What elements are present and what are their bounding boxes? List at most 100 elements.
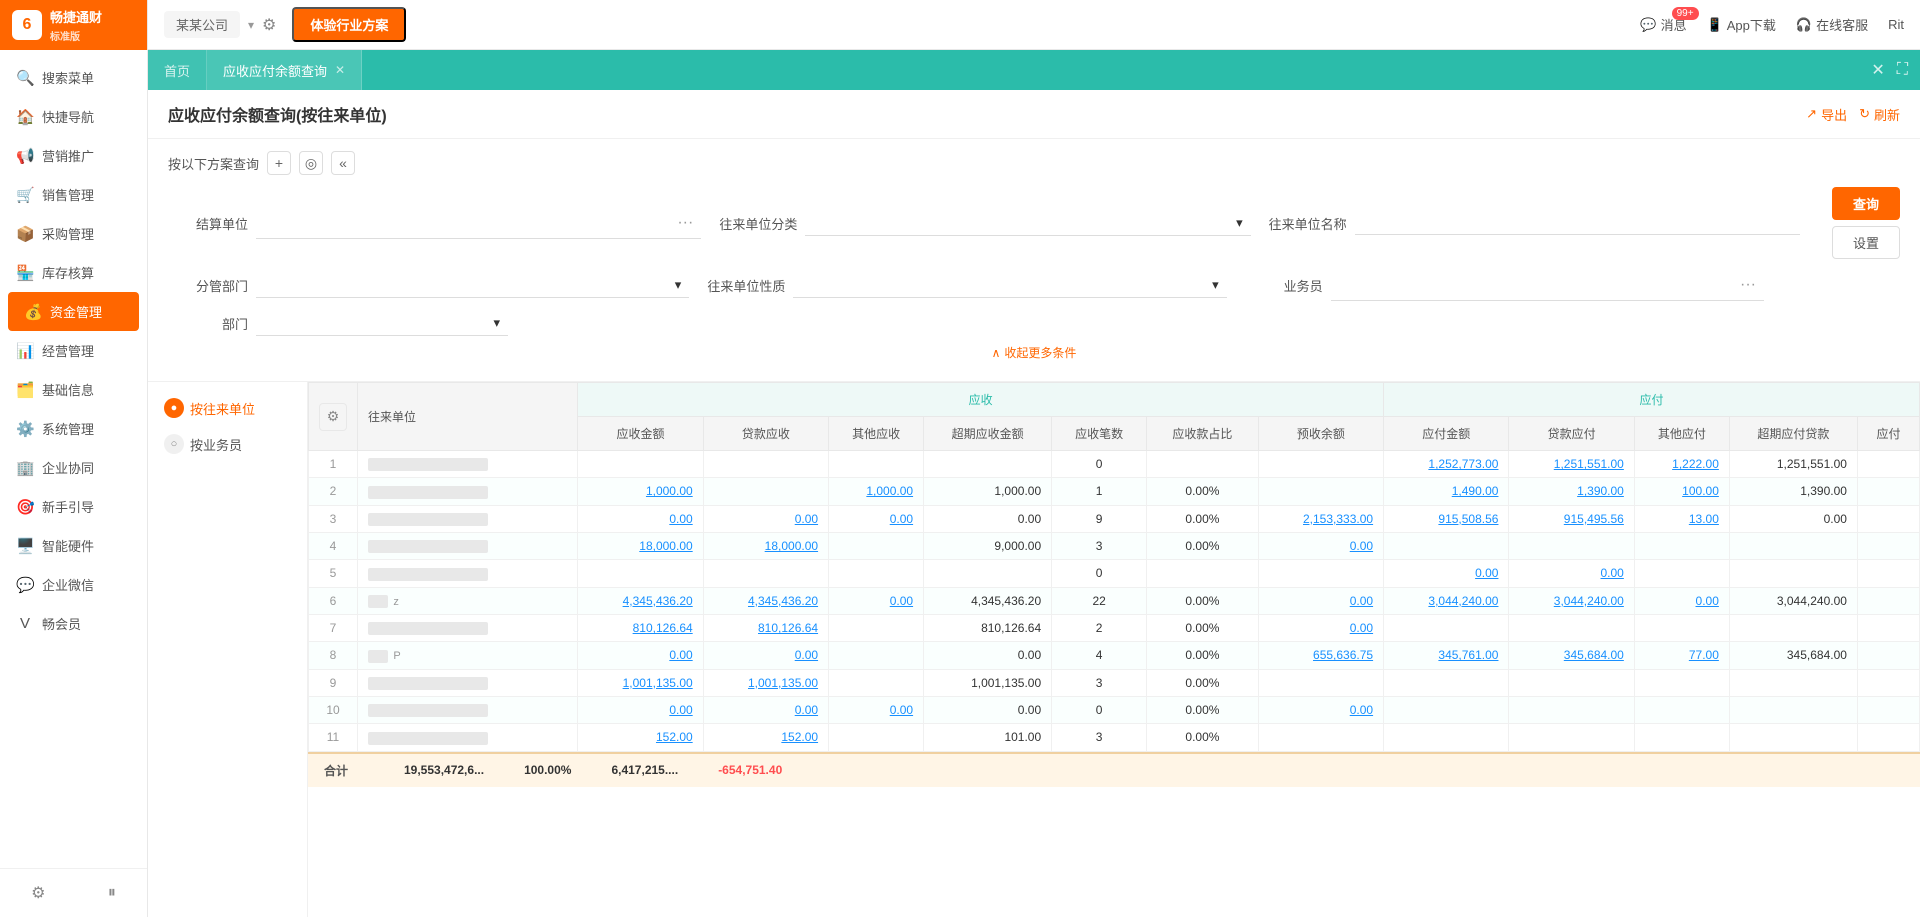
- row-ap-overdue: [1729, 669, 1857, 696]
- query-button[interactable]: 查询: [1832, 187, 1900, 220]
- row-partner: P: [358, 642, 578, 669]
- tab-ar-ap[interactable]: 应收应付余额查询 ✕: [207, 50, 362, 90]
- sidebar-settings-icon[interactable]: ⚙: [23, 879, 53, 907]
- col-ap-应付金额: 应付金额: [1384, 417, 1509, 451]
- settlement-unit-input[interactable]: [264, 211, 677, 234]
- row-ar-overdue: 101.00: [924, 724, 1052, 751]
- department-select[interactable]: ▾: [256, 311, 508, 336]
- sidebar-item-finance[interactable]: 💰资金管理: [8, 292, 139, 331]
- group-ap-header: 应付: [1384, 383, 1920, 417]
- message-badge: 99+: [1672, 7, 1699, 20]
- setting-button[interactable]: 设置: [1832, 226, 1900, 259]
- table-area: ⚙ 往来单位 应收 应付 应收金额贷款应收其他应收超期应收金额应收笔数应收款占比…: [308, 382, 1920, 917]
- chevron-down-icon[interactable]: ▾: [248, 18, 254, 32]
- dept-mgr-select[interactable]: ▾: [256, 273, 689, 298]
- row-ar-amount: 0.00: [578, 505, 703, 532]
- sidebar-item-quick-nav[interactable]: 🏠快捷导航: [0, 97, 147, 136]
- sidebar-item-enterprise[interactable]: 🏢企业协同: [0, 448, 147, 487]
- row-ar-count: 9: [1052, 505, 1147, 532]
- sidebar-item-system[interactable]: ⚙️系统管理: [0, 409, 147, 448]
- promo-button[interactable]: 体验行业方案: [292, 7, 406, 42]
- row-partner: [358, 451, 578, 478]
- filter-add-button[interactable]: +: [267, 151, 291, 175]
- row-ap-amount: [1384, 696, 1509, 723]
- row-prepaid: [1258, 669, 1383, 696]
- tab-bar: 首页 应收应付余额查询 ✕ ✕ ⛶: [148, 50, 1920, 90]
- row-ap-overdue: [1729, 560, 1857, 587]
- row-ar-amount: [578, 451, 703, 478]
- row-ar-other: [829, 614, 924, 641]
- sidebar-item-guide[interactable]: 🎯新手引导: [0, 487, 147, 526]
- export-button[interactable]: ↗ 导出: [1806, 105, 1847, 124]
- sidebar-item-inventory[interactable]: 🏪库存核算: [0, 253, 147, 292]
- row-num: 11: [309, 724, 358, 751]
- row-ar-loan: 18,000.00: [703, 532, 828, 559]
- sidebar-item-member[interactable]: V畅会员: [0, 604, 147, 643]
- filter-partner-nature: 往来单位性质 ▾: [705, 273, 1226, 298]
- sidebar-item-search-menu[interactable]: 🔍搜索菜单: [0, 58, 147, 97]
- tab-close-icon[interactable]: ✕: [335, 63, 345, 77]
- tab-home[interactable]: 首页: [148, 50, 207, 90]
- row-prepaid: 655,636.75: [1258, 642, 1383, 669]
- left-panel-by-partner[interactable]: ● 按往来单位: [148, 390, 307, 426]
- tab-expand-icon[interactable]: ⛶: [1897, 61, 1908, 79]
- message-button[interactable]: 💬 消息 99+: [1640, 15, 1686, 34]
- filter-settlement-unit: 结算单位 ···: [168, 207, 701, 239]
- row-partner: [358, 505, 578, 532]
- sidebar-item-purchase[interactable]: 📦采购管理: [0, 214, 147, 253]
- row-ap-col: [1857, 642, 1919, 669]
- row-num: 6: [309, 587, 358, 614]
- app-download-button[interactable]: 📱 App下载: [1707, 15, 1776, 34]
- inventory-icon: 🏪: [16, 264, 34, 282]
- app-icon: 📱: [1707, 17, 1723, 33]
- row-ap-amount: 3,044,240.00: [1384, 587, 1509, 614]
- table-row: 10 0.00 0.00 0.00 0.00 0 0.00% 0.00: [309, 696, 1920, 723]
- table-row: 8 P 0.00 0.00 0.00 4 0.00% 655,636.75 34…: [309, 642, 1920, 669]
- row-ar-loan: [703, 478, 828, 505]
- sidebar-item-marketing[interactable]: 📢营销推广: [0, 136, 147, 175]
- header-company[interactable]: 某某公司: [164, 11, 240, 38]
- tab-close-window-icon[interactable]: ✕: [1871, 60, 1884, 80]
- row-ar-overdue: 9,000.00: [924, 532, 1052, 559]
- partner-nature-select[interactable]: ▾: [793, 273, 1226, 298]
- sidebar-item-operations[interactable]: 📊经营管理: [0, 331, 147, 370]
- settlement-unit-dots[interactable]: ···: [677, 214, 693, 232]
- department-label: 部门: [168, 314, 248, 333]
- sidebar-item-sales[interactable]: 🛒销售管理: [0, 175, 147, 214]
- sidebar-item-basic-info[interactable]: 🗂️基础信息: [0, 370, 147, 409]
- sidebar-item-hardware[interactable]: 🖥️智能硬件: [0, 526, 147, 565]
- row-ar-ratio: [1147, 560, 1259, 587]
- table-settings-icon[interactable]: ⚙: [319, 403, 347, 431]
- row-ap-overdue: 3,044,240.00: [1729, 587, 1857, 614]
- online-service-button[interactable]: 🎧 在线客服: [1796, 15, 1868, 34]
- sidebar-item-wechat[interactable]: 💬企业微信: [0, 565, 147, 604]
- row-ar-overdue: 4,345,436.20: [924, 587, 1052, 614]
- settings-icon[interactable]: ⚙: [262, 15, 276, 35]
- partner-name-input[interactable]: [1355, 211, 1800, 235]
- collapse-button[interactable]: ∧ 收起更多条件: [168, 336, 1900, 369]
- row-ar-count: 0: [1052, 560, 1147, 587]
- quick-nav-icon: 🏠: [16, 108, 34, 126]
- sales-icon: 🛒: [16, 186, 34, 204]
- row-ap-loan: 0.00: [1509, 560, 1634, 587]
- row-ap-other: 77.00: [1634, 642, 1729, 669]
- partner-category-select[interactable]: ▾: [805, 211, 1250, 236]
- footer-label: 合计: [324, 762, 404, 779]
- row-ap-amount: 915,508.56: [1384, 505, 1509, 532]
- row-num: 9: [309, 669, 358, 696]
- row-ap-loan: [1509, 696, 1634, 723]
- refresh-icon: ↻: [1859, 106, 1870, 122]
- filter-edit-button[interactable]: ◎: [299, 151, 323, 175]
- left-panel-by-salesperson[interactable]: ○ 按业务员: [148, 426, 307, 462]
- user-name[interactable]: Rit: [1888, 17, 1904, 32]
- filter-back-button[interactable]: «: [331, 151, 355, 175]
- row-ar-ratio: 0.00%: [1147, 505, 1259, 532]
- col-ar-应收金额: 应收金额: [578, 417, 703, 451]
- row-ap-loan: [1509, 669, 1634, 696]
- purchase-icon: 📦: [16, 225, 34, 243]
- salesperson-dots[interactable]: ···: [1740, 276, 1756, 294]
- refresh-button[interactable]: ↻ 刷新: [1859, 105, 1900, 124]
- sidebar-collapse-icon[interactable]: ⏸: [100, 880, 124, 906]
- col-ap-应付: 应付: [1857, 417, 1919, 451]
- salesperson-input[interactable]: [1339, 273, 1740, 296]
